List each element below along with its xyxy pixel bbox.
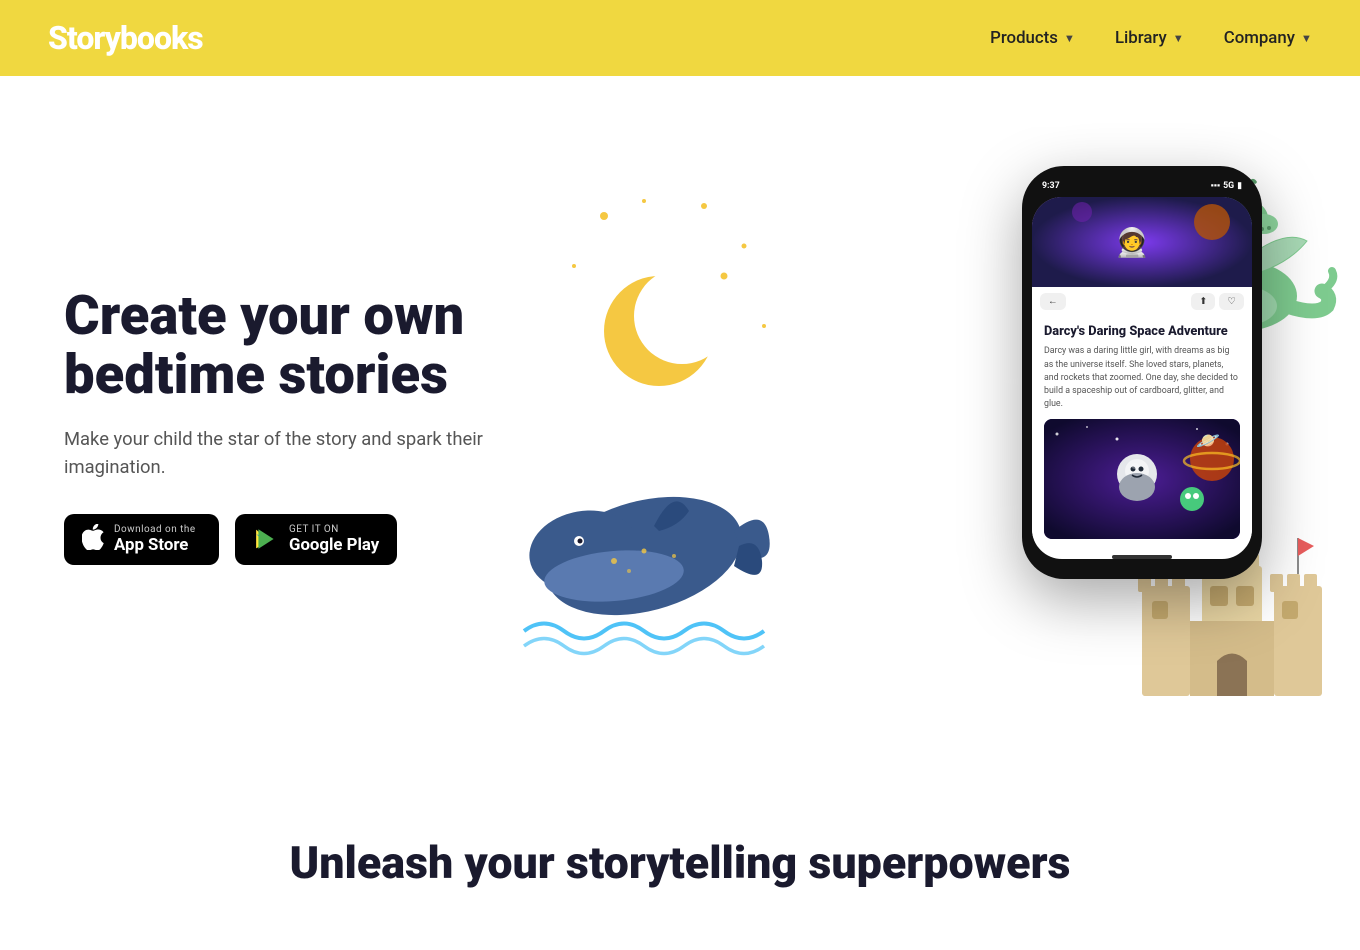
network-type: 5G	[1223, 181, 1234, 191]
chevron-down-icon: ▼	[1064, 32, 1075, 45]
hero-center: 9:37 ▪▪▪ 5G ▮	[484, 146, 1312, 706]
phone-screen: 🧑‍🚀 ← ⬆ ♡ Darcy's Daring Space Adventure…	[1032, 197, 1252, 559]
navbar: Storybooks Products ▼ Library ▼ Company …	[0, 0, 1360, 76]
phone-story-title: Darcy's Daring Space Adventure	[1044, 324, 1240, 339]
nav-links: Products ▼ Library ▼ Company ▼	[990, 28, 1312, 48]
nav-library[interactable]: Library ▼	[1115, 28, 1184, 48]
hero-section: Create your own bedtime stories Make you…	[0, 76, 1360, 776]
hero-subtext: Make your child the star of the story an…	[64, 426, 484, 481]
phone-heart-button[interactable]: ♡	[1219, 293, 1244, 310]
google-play-button[interactable]: GET IT ON Google Play	[235, 514, 397, 566]
store-buttons: Download on the App Store GET IT ON Goog…	[64, 514, 484, 566]
svg-text:🧑‍🚀: 🧑‍🚀	[1115, 226, 1150, 259]
app-store-button[interactable]: Download on the App Store	[64, 514, 219, 566]
hero-left: Create your own bedtime stories Make you…	[64, 287, 484, 566]
bottom-heading: Unleash your storytelling superpowers	[48, 836, 1312, 890]
phone-story-header: 🧑‍🚀	[1032, 197, 1252, 287]
phone-home-bar	[1112, 555, 1172, 559]
whale-decoration	[514, 456, 774, 656]
phone-action-bar: ← ⬆ ♡	[1032, 287, 1252, 316]
phone-time: 9:37	[1042, 181, 1060, 191]
bottom-section: Unleash your storytelling superpowers	[0, 776, 1360, 950]
apple-icon	[82, 524, 104, 556]
nav-company[interactable]: Company ▼	[1224, 28, 1312, 48]
chevron-down-icon: ▼	[1301, 32, 1312, 45]
signal-icon: ▪▪▪	[1211, 180, 1220, 191]
app-store-label-big: App Store	[114, 535, 196, 555]
nav-products[interactable]: Products ▼	[990, 28, 1075, 48]
phone-back-button[interactable]: ←	[1040, 293, 1066, 310]
google-play-label-small: GET IT ON	[289, 524, 379, 535]
google-play-label-big: Google Play	[289, 535, 379, 555]
phone-story-text: Darcy was a daring little girl, with dre…	[1044, 345, 1240, 411]
phone-story-image	[1044, 419, 1240, 539]
chevron-down-icon: ▼	[1173, 32, 1184, 45]
site-logo[interactable]: Storybooks	[48, 19, 203, 57]
phone-mockup: 9:37 ▪▪▪ 5G ▮	[1022, 166, 1262, 579]
phone-status-icons: ▪▪▪ 5G ▮	[1211, 180, 1242, 191]
phone-share-button[interactable]: ⬆	[1191, 293, 1215, 310]
moon-stars-decoration	[544, 186, 774, 416]
phone-status-bar: 9:37 ▪▪▪ 5G ▮	[1032, 180, 1252, 197]
app-store-label-small: Download on the	[114, 524, 196, 535]
phone-story-content: Darcy's Daring Space Adventure Darcy was…	[1032, 316, 1252, 547]
hero-heading: Create your own bedtime stories	[64, 287, 484, 407]
google-play-icon	[253, 526, 279, 552]
battery-icon: ▮	[1237, 181, 1242, 191]
